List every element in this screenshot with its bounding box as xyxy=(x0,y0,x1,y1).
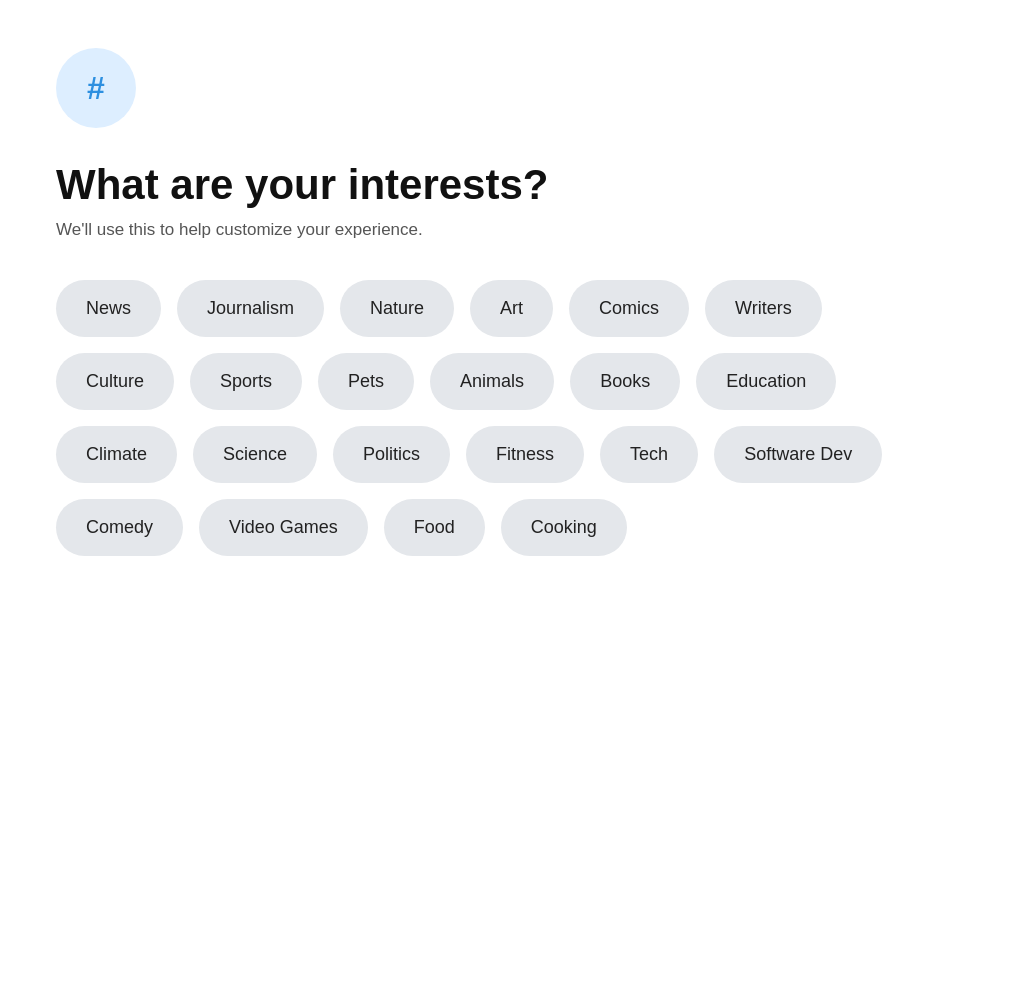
interest-pill-sports[interactable]: Sports xyxy=(190,353,302,410)
page-title: What are your interests? xyxy=(56,160,968,210)
hash-icon: # xyxy=(87,72,105,104)
interest-pill-video-games[interactable]: Video Games xyxy=(199,499,368,556)
interest-pill-animals[interactable]: Animals xyxy=(430,353,554,410)
interest-pill-pets[interactable]: Pets xyxy=(318,353,414,410)
interest-pill-food[interactable]: Food xyxy=(384,499,485,556)
interest-pill-writers[interactable]: Writers xyxy=(705,280,822,337)
interest-pill-cooking[interactable]: Cooking xyxy=(501,499,627,556)
interest-pill-comics[interactable]: Comics xyxy=(569,280,689,337)
interest-pill-software-dev[interactable]: Software Dev xyxy=(714,426,882,483)
interest-pill-journalism[interactable]: Journalism xyxy=(177,280,324,337)
interest-pill-nature[interactable]: Nature xyxy=(340,280,454,337)
interest-pill-books[interactable]: Books xyxy=(570,353,680,410)
interest-pill-art[interactable]: Art xyxy=(470,280,553,337)
hash-icon-container: # xyxy=(56,48,136,128)
interest-pill-science[interactable]: Science xyxy=(193,426,317,483)
interest-pill-climate[interactable]: Climate xyxy=(56,426,177,483)
interest-pill-tech[interactable]: Tech xyxy=(600,426,698,483)
page-subtitle: We'll use this to help customize your ex… xyxy=(56,220,968,240)
interests-grid: News Journalism Nature Art Comics Writers Cult… xyxy=(56,280,936,556)
interest-pill-education[interactable]: Education xyxy=(696,353,836,410)
interest-pill-news[interactable]: News xyxy=(56,280,161,337)
interest-pill-comedy[interactable]: Comedy xyxy=(56,499,183,556)
interest-pill-culture[interactable]: Culture xyxy=(56,353,174,410)
interest-pill-fitness[interactable]: Fitness xyxy=(466,426,584,483)
interest-pill-politics[interactable]: Politics xyxy=(333,426,450,483)
